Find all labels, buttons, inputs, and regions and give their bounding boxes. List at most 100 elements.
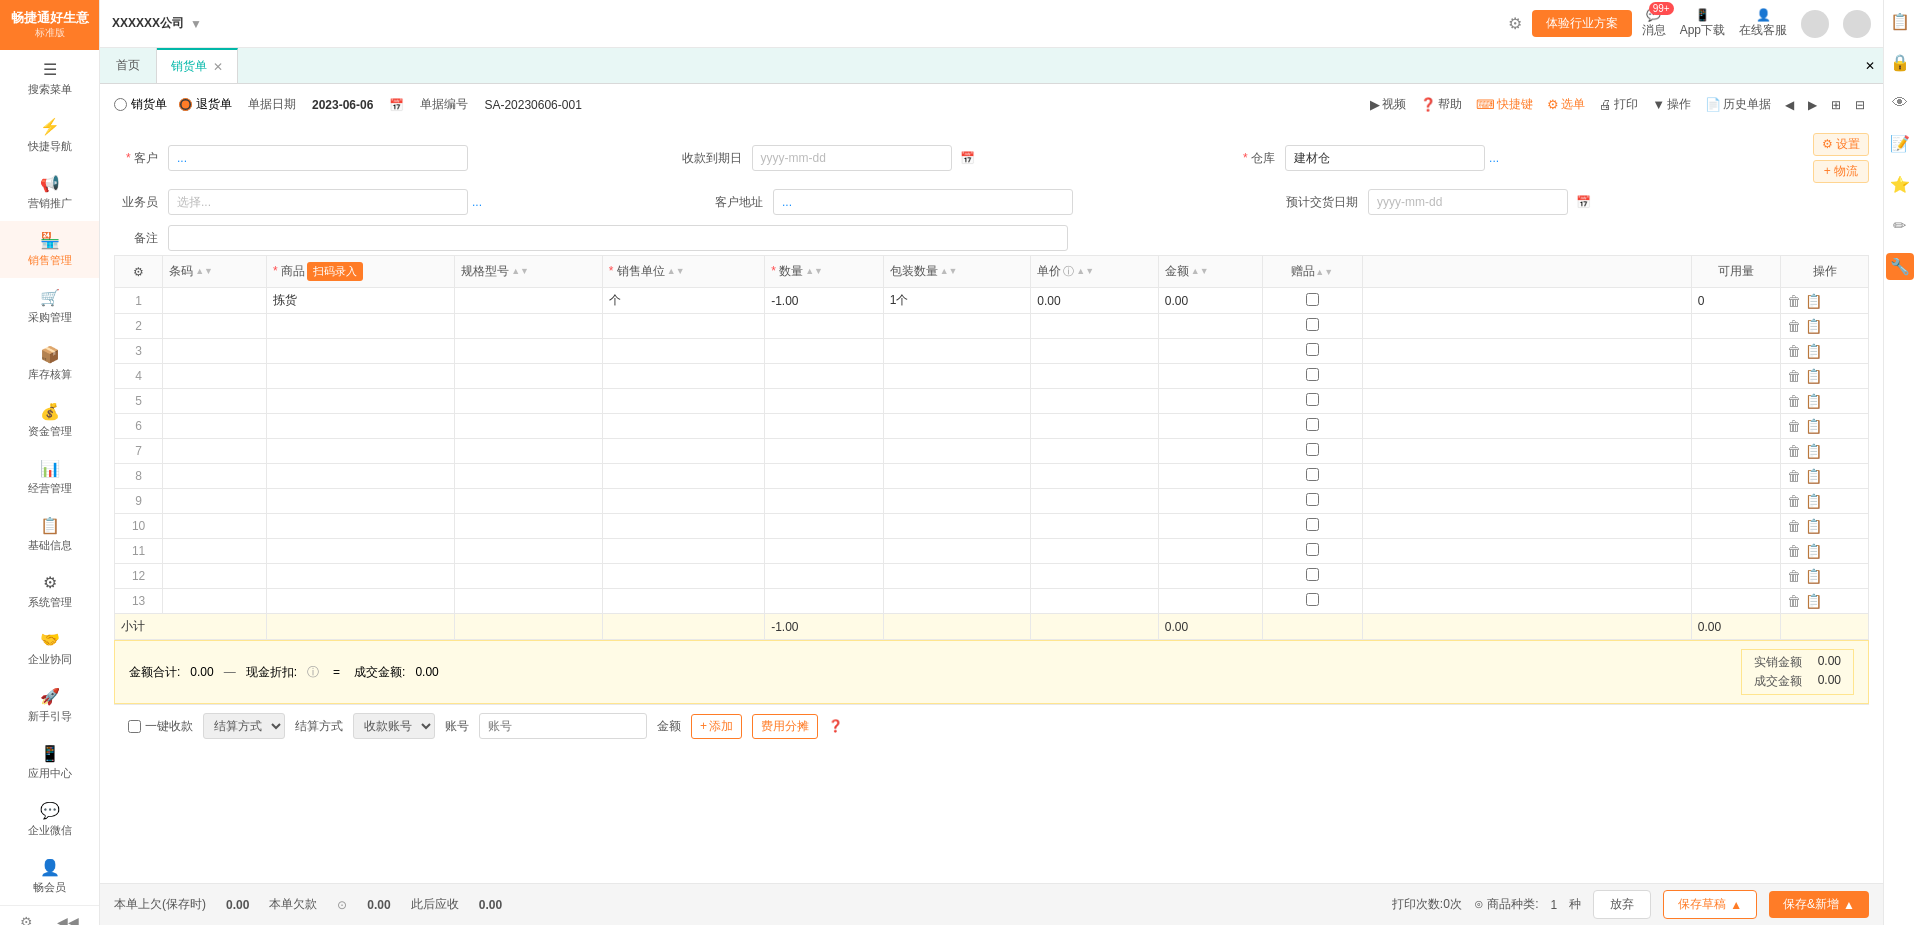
row-remark[interactable] <box>1362 414 1691 439</box>
sidebar-item-sales[interactable]: 🏪 销售管理 <box>0 221 99 278</box>
row-unit[interactable] <box>602 439 764 464</box>
row-barcode[interactable] <box>163 314 267 339</box>
customer-addr-input[interactable]: ... <box>773 189 1073 215</box>
row-unit[interactable] <box>602 314 764 339</box>
copy-icon[interactable]: 📋 <box>1805 318 1822 334</box>
sidebar-item-finance[interactable]: 💰 资金管理 <box>0 392 99 449</box>
copy-icon[interactable]: 📋 <box>1805 368 1822 384</box>
row-spec[interactable] <box>455 564 603 589</box>
row-product[interactable] <box>266 589 454 614</box>
due-date-input[interactable]: yyyy-mm-dd <box>752 145 952 171</box>
sidebar-item-guide[interactable]: 🚀 新手引导 <box>0 677 99 734</box>
row-product[interactable] <box>266 489 454 514</box>
gift-checkbox[interactable] <box>1306 393 1319 406</box>
message-badge-btn[interactable]: 💬 99+ 消息 <box>1642 8 1666 39</box>
delete-icon[interactable]: 🗑 <box>1787 443 1801 459</box>
video-btn[interactable]: ▶ 视频 <box>1366 94 1410 115</box>
sidebar-item-member[interactable]: 👤 畅会员 <box>0 848 99 905</box>
row-gift[interactable] <box>1262 464 1362 489</box>
row-amount[interactable] <box>1158 514 1262 539</box>
topbar-settings-icon[interactable]: ⚙ <box>1508 14 1522 33</box>
sidebar-item-quick-nav[interactable]: ⚡ 快捷导航 <box>0 107 99 164</box>
row-barcode[interactable] <box>163 389 267 414</box>
sidebar-item-purchase[interactable]: 🛒 采购管理 <box>0 278 99 335</box>
expected-date-calendar-icon[interactable]: 📅 <box>1576 195 1591 209</box>
copy-icon[interactable]: 📋 <box>1805 418 1822 434</box>
row-price[interactable] <box>1031 314 1159 339</box>
sidebar-item-search[interactable]: ☰ 搜索菜单 <box>0 50 99 107</box>
row-gift[interactable] <box>1262 314 1362 339</box>
delete-icon[interactable]: 🗑 <box>1787 393 1801 409</box>
radio-return-input[interactable] <box>179 98 192 111</box>
row-qty[interactable] <box>765 514 883 539</box>
row-price[interactable] <box>1031 364 1159 389</box>
print-btn[interactable]: 🖨 打印 <box>1595 94 1642 115</box>
next-btn[interactable]: ▶ <box>1804 96 1821 114</box>
copy-icon[interactable]: 📋 <box>1805 518 1822 534</box>
save-new-button[interactable]: 保存&新增 ▲ <box>1769 891 1869 918</box>
row-unit[interactable] <box>602 589 764 614</box>
right-panel-icon-2[interactable]: 👁 <box>1888 90 1912 116</box>
row-pack-qty[interactable] <box>883 589 1031 614</box>
scan-btn[interactable]: 扫码录入 <box>307 262 363 281</box>
online-service-btn[interactable]: 👤 在线客服 <box>1739 8 1787 39</box>
row-product[interactable] <box>266 389 454 414</box>
row-unit[interactable] <box>602 464 764 489</box>
delete-icon[interactable]: 🗑 <box>1787 593 1801 609</box>
row-price[interactable] <box>1031 564 1159 589</box>
account-num-input[interactable] <box>479 713 647 739</box>
row-product[interactable] <box>266 464 454 489</box>
row-unit[interactable] <box>602 489 764 514</box>
row-unit[interactable] <box>602 389 764 414</box>
grid2-btn[interactable]: ⊟ <box>1851 96 1869 114</box>
gift-checkbox[interactable] <box>1306 543 1319 556</box>
sidebar-item-marketing[interactable]: 📢 营销推广 <box>0 164 99 221</box>
row-qty[interactable] <box>765 464 883 489</box>
row-amount[interactable] <box>1158 339 1262 364</box>
row-qty[interactable] <box>765 564 883 589</box>
help-btn[interactable]: ❓ 帮助 <box>1416 94 1466 115</box>
expense-help-icon[interactable]: ❓ <box>828 719 843 733</box>
logistics-btn[interactable]: + 物流 <box>1813 160 1869 183</box>
warehouse-input[interactable]: 建材仓 <box>1285 145 1485 171</box>
shortcut-btn[interactable]: ⌨ 快捷键 <box>1472 94 1537 115</box>
row-product[interactable] <box>266 439 454 464</box>
row-spec[interactable] <box>455 514 603 539</box>
right-panel-icon-3[interactable]: 📝 <box>1886 130 1914 157</box>
row-remark[interactable] <box>1362 314 1691 339</box>
row-qty[interactable] <box>765 339 883 364</box>
sidebar-item-system[interactable]: ⚙ 系统管理 <box>0 563 99 620</box>
right-panel-icon-0[interactable]: 📋 <box>1886 8 1914 35</box>
row-product[interactable] <box>266 539 454 564</box>
gift-checkbox[interactable] <box>1306 293 1319 306</box>
row-barcode[interactable] <box>163 439 267 464</box>
row-product[interactable] <box>266 414 454 439</box>
row-pack-qty[interactable] <box>883 414 1031 439</box>
row-barcode[interactable] <box>163 414 267 439</box>
row-pack-qty[interactable] <box>883 389 1031 414</box>
right-panel-icon-5[interactable]: ✏ <box>1889 212 1910 239</box>
row-barcode[interactable] <box>163 514 267 539</box>
row-price[interactable] <box>1031 339 1159 364</box>
save-draft-button[interactable]: 保存草稿 ▲ <box>1663 890 1757 919</box>
delete-icon[interactable]: 🗑 <box>1787 293 1801 309</box>
copy-icon[interactable]: 📋 <box>1805 568 1822 584</box>
right-panel-icon-4[interactable]: ⭐ <box>1886 171 1914 198</box>
sidebar-collapse-icon[interactable]: ◀◀ <box>57 914 79 925</box>
row-price[interactable] <box>1031 439 1159 464</box>
row-pack-qty[interactable] <box>883 489 1031 514</box>
row-gift[interactable] <box>1262 539 1362 564</box>
row-spec[interactable] <box>455 539 603 564</box>
tab-close-main[interactable]: ✕ <box>1865 59 1883 73</box>
sidebar-item-basic[interactable]: 📋 基础信息 <box>0 506 99 563</box>
row-barcode[interactable] <box>163 288 267 314</box>
gift-checkbox[interactable] <box>1306 318 1319 331</box>
row-barcode[interactable] <box>163 339 267 364</box>
copy-icon[interactable]: 📋 <box>1805 593 1822 609</box>
expense-btn[interactable]: 费用分摊 <box>752 714 818 739</box>
row-pack-qty[interactable] <box>883 314 1031 339</box>
expected-date-input[interactable]: yyyy-mm-dd <box>1368 189 1568 215</box>
row-amount[interactable] <box>1158 364 1262 389</box>
gift-checkbox[interactable] <box>1306 493 1319 506</box>
delete-icon[interactable]: 🗑 <box>1787 418 1801 434</box>
